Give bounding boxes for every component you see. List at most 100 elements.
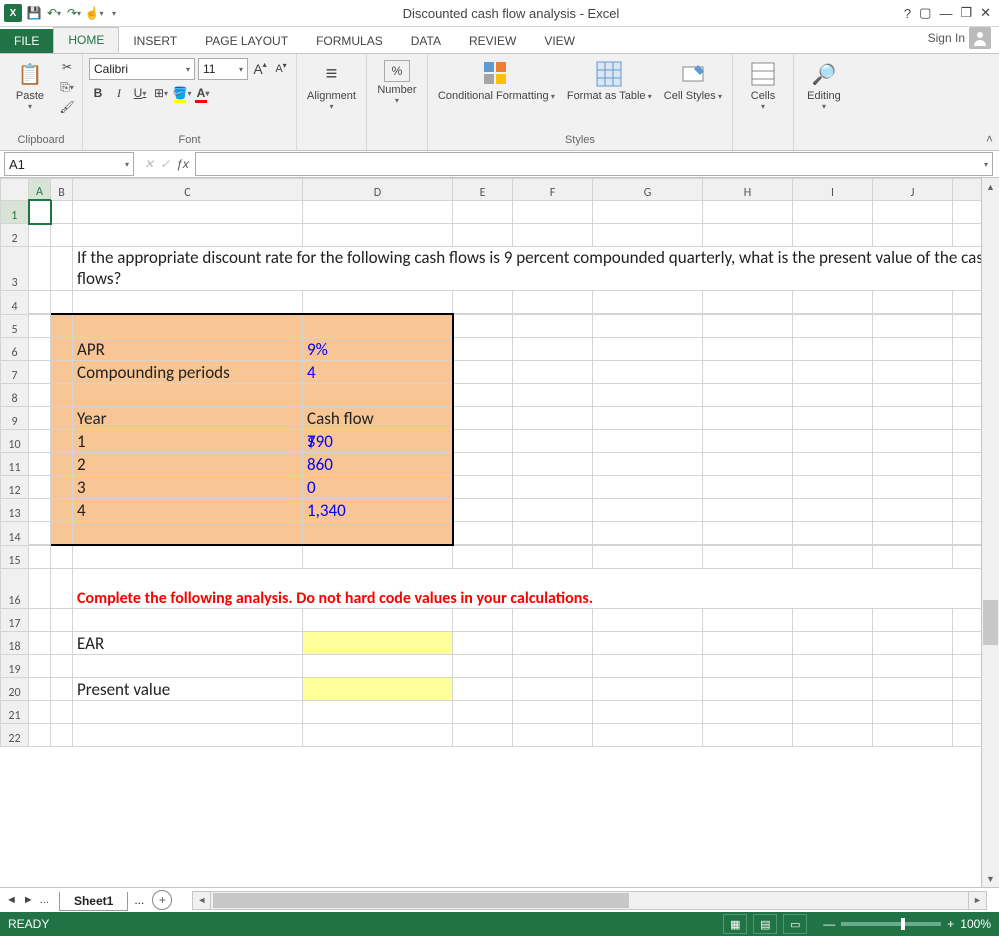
number-button[interactable]: % Number ▾ xyxy=(373,58,421,107)
tab-home[interactable]: HOME xyxy=(53,27,119,53)
row-header[interactable]: 17 xyxy=(1,609,29,632)
year-2[interactable]: 2 xyxy=(73,453,303,476)
sign-in[interactable]: Sign In xyxy=(920,23,999,53)
bold-button[interactable]: B xyxy=(89,84,107,102)
cf-4[interactable]: 1,340 xyxy=(303,499,453,522)
row-header[interactable]: 15 xyxy=(1,545,29,569)
save-icon[interactable]: 💾 xyxy=(26,5,42,21)
row-header[interactable]: 12 xyxy=(1,476,29,499)
row-header[interactable]: 10 xyxy=(1,430,29,453)
select-all-corner[interactable] xyxy=(1,179,29,201)
apr-value[interactable]: 9% xyxy=(303,338,453,361)
cell-A1[interactable] xyxy=(29,200,51,224)
format-as-table-button[interactable]: Format as Table ▾ xyxy=(563,58,656,105)
page-layout-view-icon[interactable]: ▤ xyxy=(753,914,777,934)
hscroll-thumb[interactable] xyxy=(213,893,629,908)
row-header[interactable]: 20 xyxy=(1,678,29,701)
shrink-font-icon[interactable]: A▾ xyxy=(272,60,290,78)
sheet-tab-active[interactable]: Sheet1 xyxy=(59,892,128,911)
year-4[interactable]: 4 xyxy=(73,499,303,522)
tab-page-layout[interactable]: PAGE LAYOUT xyxy=(191,29,302,53)
add-sheet-button[interactable]: + xyxy=(152,890,172,910)
conditional-formatting-button[interactable]: Conditional Formatting ▾ xyxy=(434,58,559,105)
year-3[interactable]: 3 xyxy=(73,476,303,499)
cf-3[interactable]: 0 xyxy=(303,476,453,499)
tab-insert[interactable]: INSERT xyxy=(119,29,191,53)
fx-icon[interactable]: ƒx xyxy=(176,157,189,171)
maximize-icon[interactable]: ❐ xyxy=(960,5,972,21)
alignment-button[interactable]: ≡ Alignment ▾ xyxy=(303,58,360,113)
page-break-view-icon[interactable]: ▭ xyxy=(783,914,807,934)
row-header[interactable]: 16 xyxy=(1,569,29,609)
col-header[interactable]: B xyxy=(51,179,73,201)
name-box[interactable]: A1 ▾ xyxy=(4,152,134,176)
row-header[interactable]: 3 xyxy=(1,247,29,291)
col-header[interactable]: G xyxy=(593,179,703,201)
italic-button[interactable]: I xyxy=(110,84,128,102)
tab-data[interactable]: DATA xyxy=(397,29,455,53)
col-header[interactable]: A xyxy=(29,179,51,201)
row-header[interactable]: 9 xyxy=(1,407,29,430)
cut-icon[interactable]: ✂ xyxy=(58,58,76,76)
qat-customize-icon[interactable]: ▾ xyxy=(106,5,122,21)
font-size-combo[interactable]: 11▾ xyxy=(198,58,248,80)
fill-color-icon[interactable]: 🪣▾ xyxy=(173,84,191,102)
cells-button[interactable]: Cells ▾ xyxy=(739,58,787,113)
row-header[interactable]: 5 xyxy=(1,314,29,338)
scroll-down-icon[interactable]: ▼ xyxy=(982,870,999,887)
col-header[interactable]: K xyxy=(953,179,982,201)
zoom-slider[interactable] xyxy=(841,922,941,926)
scroll-thumb[interactable] xyxy=(983,600,998,645)
row-header[interactable]: 11 xyxy=(1,453,29,476)
row-header[interactable]: 21 xyxy=(1,701,29,724)
font-name-combo[interactable]: Calibri▾ xyxy=(89,58,195,80)
collapse-ribbon-icon[interactable]: ˄ xyxy=(986,132,993,146)
pv-input-cell[interactable] xyxy=(303,678,453,701)
cell-styles-button[interactable]: Cell Styles ▾ xyxy=(660,58,726,105)
row-header[interactable]: 14 xyxy=(1,522,29,546)
worksheet-grid[interactable]: A B C D E F G H I J K 1 2 3If the approp… xyxy=(0,178,981,887)
help-icon[interactable]: ? xyxy=(904,6,911,21)
row-header[interactable]: 18 xyxy=(1,632,29,655)
editing-button[interactable]: 🔎 Editing ▾ xyxy=(800,58,848,113)
vertical-scrollbar[interactable]: ▲ ▼ xyxy=(981,178,999,887)
horizontal-scrollbar[interactable]: ◄ ► xyxy=(192,891,987,910)
row-header[interactable]: 13 xyxy=(1,499,29,522)
zoom-out-icon[interactable]: — xyxy=(823,917,835,931)
tab-view[interactable]: VIEW xyxy=(530,29,589,53)
scroll-right-icon[interactable]: ► xyxy=(968,891,987,910)
ribbon-options-icon[interactable]: ▢ xyxy=(919,5,931,21)
row-header[interactable]: 22 xyxy=(1,724,29,747)
tab-review[interactable]: REVIEW xyxy=(455,29,530,53)
col-header[interactable]: D xyxy=(303,179,453,201)
close-icon[interactable]: ✕ xyxy=(980,5,991,21)
cancel-formula-icon[interactable]: ✕ xyxy=(144,157,154,171)
redo-icon[interactable]: ↷▾ xyxy=(66,5,82,21)
prev-sheet-icon[interactable]: ◄ xyxy=(6,894,17,906)
border-icon[interactable]: ⊞▾ xyxy=(152,84,170,102)
formula-bar[interactable]: ▾ xyxy=(195,152,993,176)
copy-icon[interactable]: ⎘▾ xyxy=(58,78,76,96)
paste-button[interactable]: 📋 Paste ▾ xyxy=(6,58,54,113)
tabs-ellipsis-right[interactable]: ... xyxy=(134,893,144,907)
col-header[interactable]: J xyxy=(873,179,953,201)
underline-button[interactable]: U▾ xyxy=(131,84,149,102)
col-header[interactable]: F xyxy=(513,179,593,201)
format-painter-icon[interactable]: 🖌 xyxy=(58,98,76,116)
row-header[interactable]: 6 xyxy=(1,338,29,361)
zoom-in-icon[interactable]: + xyxy=(947,917,954,931)
expand-formula-icon[interactable]: ▾ xyxy=(984,160,988,169)
chevron-down-icon[interactable]: ▾ xyxy=(125,160,129,169)
periods-value[interactable]: 4 xyxy=(303,361,453,384)
row-header[interactable]: 8 xyxy=(1,384,29,407)
col-header[interactable]: I xyxy=(793,179,873,201)
touch-mode-icon[interactable]: ☝▾ xyxy=(86,5,102,21)
row-header[interactable]: 2 xyxy=(1,224,29,247)
row-header[interactable]: 1 xyxy=(1,200,29,224)
year-1[interactable]: 1 xyxy=(73,430,303,453)
next-sheet-icon[interactable]: ► xyxy=(23,894,34,906)
minimize-icon[interactable]: — xyxy=(939,6,952,21)
row-header[interactable]: 7 xyxy=(1,361,29,384)
row-header[interactable]: 19 xyxy=(1,655,29,678)
scroll-left-icon[interactable]: ◄ xyxy=(192,891,211,910)
